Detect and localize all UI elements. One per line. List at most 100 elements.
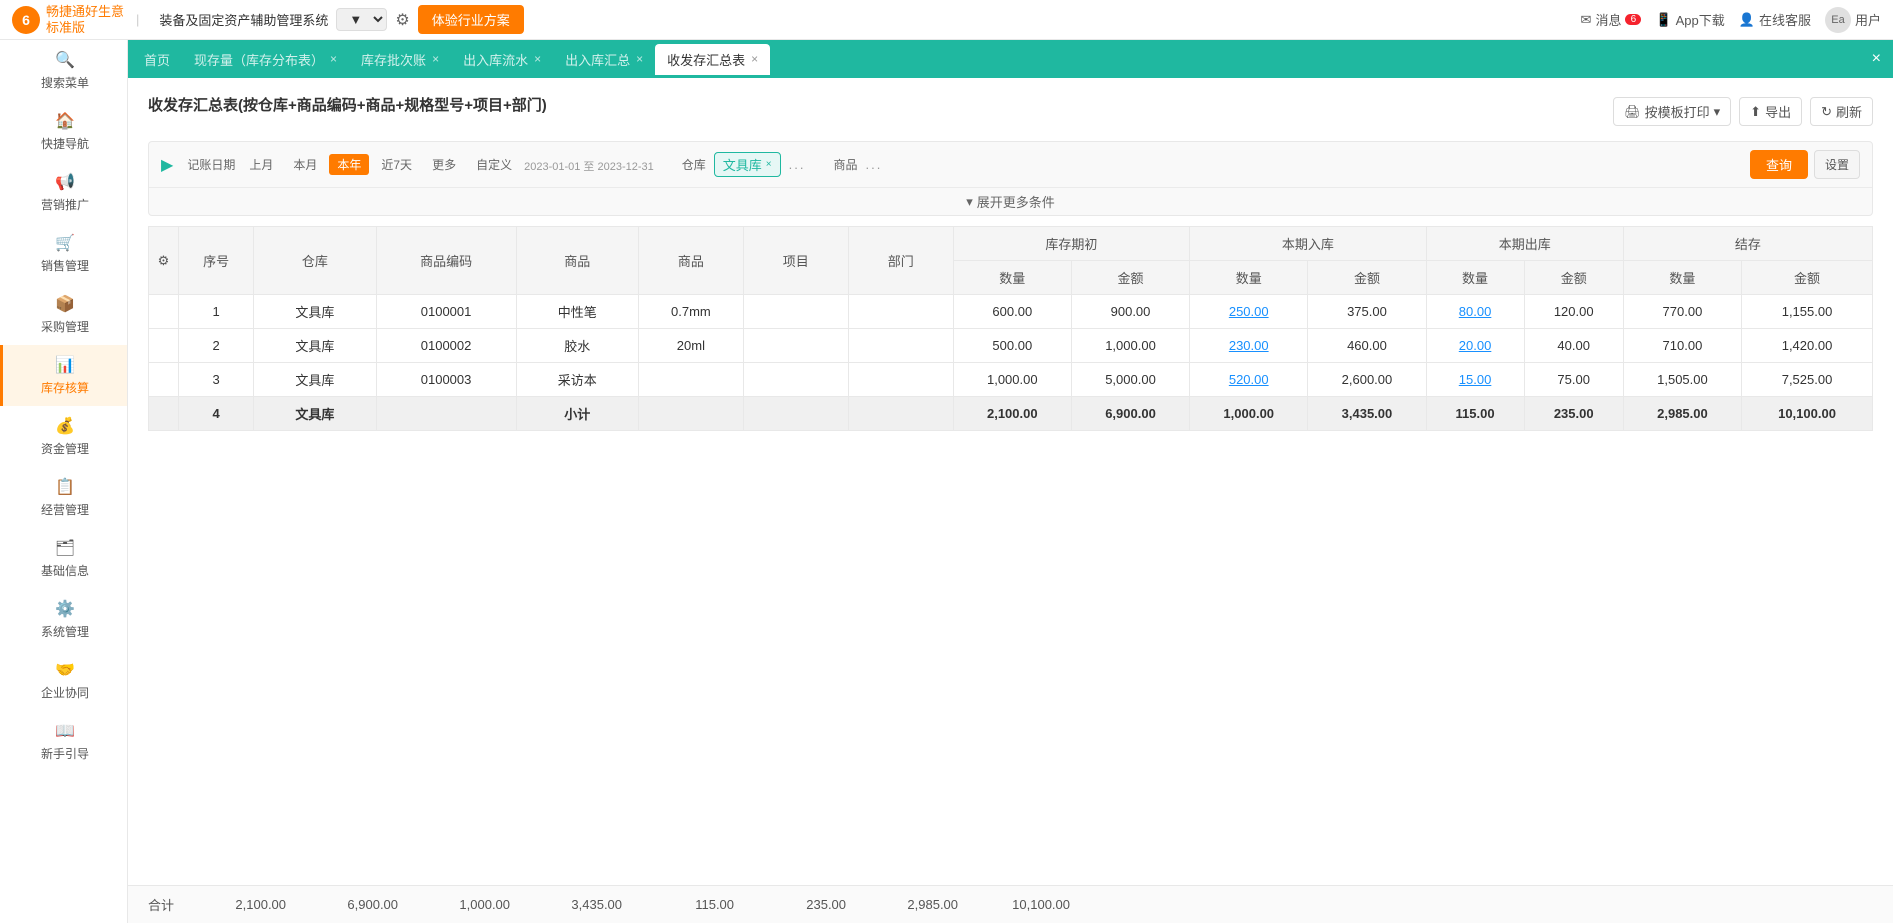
sidebar-item-guide[interactable]: 📖 新手引导 <box>0 711 127 772</box>
sidebar-label-guide: 新手引导 <box>41 745 89 762</box>
online-service-item[interactable]: 👤 在线客服 <box>1739 10 1811 29</box>
goods-more-dots[interactable]: ... <box>865 157 882 172</box>
th-group-opening: 库存期初 <box>953 227 1189 261</box>
td-department <box>848 295 953 329</box>
sidebar-label-purchase: 采购管理 <box>41 318 89 335</box>
sidebar-item-enterprise[interactable]: 🤝 企业协同 <box>0 650 127 711</box>
td-in-qty[interactable]: 230.00 <box>1190 329 1308 363</box>
sidebar-item-purchase[interactable]: 📦 采购管理 <box>0 284 127 345</box>
header-right: ✉ 消息 6 📱 App下载 👤 在线客服 Ea 用户 <box>1581 7 1881 33</box>
gear-icon: ⚙ <box>158 253 170 268</box>
td-out-qty[interactable]: 115.00 <box>1426 397 1524 431</box>
query-button[interactable]: 查询 <box>1750 150 1808 179</box>
td-in-qty[interactable]: 520.00 <box>1190 363 1308 397</box>
export-icon: ⬆ <box>1750 104 1761 120</box>
date-btn-last-month[interactable]: 上月 <box>241 154 281 175</box>
tab-inout-summary[interactable]: 出入库汇总 × <box>553 44 655 75</box>
tab-inout-flow[interactable]: 出入库流水 × <box>451 44 553 75</box>
expand-conditions-button[interactable]: ▾ 展开更多条件 <box>966 192 1055 211</box>
footer-label: 合计 <box>148 895 174 914</box>
tab-close-icon[interactable]: × <box>330 52 337 66</box>
table-row: 1文具库0100001中性笔0.7mm600.00900.00250.00375… <box>149 295 1873 329</box>
sidebar-item-search[interactable]: 🔍 搜索菜单 <box>0 40 127 101</box>
th-group-in: 本期入库 <box>1190 227 1426 261</box>
tab-bar-close-icon[interactable]: × <box>1864 46 1889 72</box>
messages-item[interactable]: ✉ 消息 6 <box>1581 10 1642 29</box>
th-department: 部门 <box>848 227 953 295</box>
td-in-qty[interactable]: 250.00 <box>1190 295 1308 329</box>
tab-home[interactable]: 首页 <box>132 44 182 75</box>
sidebar-item-quicknav[interactable]: 🏠 快捷导航 <box>0 101 127 162</box>
sidebar-label-basicinfo: 基础信息 <box>41 562 89 579</box>
footer-balance-amt: 10,100.00 <box>990 897 1070 912</box>
export-button[interactable]: ⬆ 导出 <box>1739 97 1802 126</box>
sidebar-item-sales[interactable]: 🛒 销售管理 <box>0 223 127 284</box>
td-opening-qty: 600.00 <box>953 295 1071 329</box>
date-btn-this-month[interactable]: 本月 <box>285 154 325 175</box>
th-out-qty: 数量 <box>1426 261 1524 295</box>
sidebar-item-inventory[interactable]: 📊 库存核算 <box>0 345 127 406</box>
app-download-item[interactable]: 📱 App下载 <box>1655 10 1724 29</box>
tab-close-icon[interactable]: × <box>534 52 541 66</box>
logo-icon: 6 <box>12 6 40 34</box>
warehouse-tag[interactable]: 文具库 × <box>714 152 781 177</box>
settings-button[interactable]: 设置 <box>1814 150 1860 179</box>
settings-icon[interactable]: ⚙ <box>395 10 409 30</box>
print-button[interactable]: 🖨 按模板打印 ▾ <box>1613 97 1731 126</box>
td-out-qty[interactable]: 15.00 <box>1426 363 1524 397</box>
sidebar-label-marketing: 营销推广 <box>41 196 89 213</box>
page-header-row: 收发存汇总表(按仓库+商品编码+商品+规格型号+项目+部门) 🖨 按模板打印 ▾… <box>148 94 1873 129</box>
trial-button[interactable]: 体验行业方案 <box>418 5 524 34</box>
tab-close-icon[interactable]: × <box>636 52 643 66</box>
footer-in-qty: 1,000.00 <box>430 897 510 912</box>
sidebar-item-finance[interactable]: 💰 资金管理 <box>0 406 127 467</box>
refresh-button[interactable]: ↻ 刷新 <box>1810 97 1873 126</box>
system-selector[interactable]: ▼ <box>336 8 387 31</box>
td-out-amt: 235.00 <box>1524 397 1623 431</box>
date-btn-custom[interactable]: 自定义 <box>468 154 520 175</box>
tab-close-icon[interactable]: × <box>432 52 439 66</box>
sidebar-label-search: 搜索菜单 <box>41 74 89 91</box>
warehouse-more-dots[interactable]: ... <box>789 157 806 172</box>
date-btn-last7[interactable]: 近7天 <box>373 154 420 175</box>
footer-balance-qty: 2,985.00 <box>878 897 958 912</box>
tab-inventory-dist[interactable]: 现存量（库存分布表） × <box>182 44 349 75</box>
date-filter-label: 记账日期 <box>187 156 235 173</box>
home-icon: 🏠 <box>55 111 75 131</box>
td-goods-name: 采访本 <box>516 363 638 397</box>
warehouse-tag-close[interactable]: × <box>766 159 772 170</box>
tab-inout-summary-label: 出入库汇总 <box>565 50 630 69</box>
th-settings[interactable]: ⚙ <box>149 227 179 295</box>
user-item[interactable]: Ea 用户 <box>1825 7 1881 33</box>
td-no: 3 <box>179 363 254 397</box>
td-project <box>743 363 848 397</box>
td-goods-code: 0100003 <box>376 363 516 397</box>
tab-recv-send-summary[interactable]: 收发存汇总表 × <box>655 44 770 75</box>
tab-batch-ledger[interactable]: 库存批次账 × <box>349 44 451 75</box>
inventory-icon: 📊 <box>55 355 75 375</box>
td-out-qty[interactable]: 80.00 <box>1426 295 1524 329</box>
tab-close-icon[interactable]: × <box>751 52 758 66</box>
date-btn-this-year[interactable]: 本年 <box>329 154 369 175</box>
date-btn-more[interactable]: 更多 <box>424 154 464 175</box>
td-warehouse: 文具库 <box>254 329 376 363</box>
sidebar-item-basicinfo[interactable]: 🗂 基础信息 <box>0 528 127 589</box>
td-goods-spec <box>638 363 743 397</box>
td-in-qty[interactable]: 1,000.00 <box>1190 397 1308 431</box>
td-out-qty[interactable]: 20.00 <box>1426 329 1524 363</box>
sidebar-item-system[interactable]: ⚙️ 系统管理 <box>0 589 127 650</box>
goods-filter-label: 商品 <box>833 156 857 173</box>
filter-toggle-icon[interactable]: ▶ <box>161 155 173 175</box>
sidebar-item-operations[interactable]: 📋 经营管理 <box>0 467 127 528</box>
date-filter-col: 记账日期 上月 本月 本年 近7天 更多 自定义 <box>187 154 520 175</box>
sidebar-item-marketing[interactable]: 📢 营销推广 <box>0 162 127 223</box>
goods-filter: 商品 ... <box>833 156 882 173</box>
date-options: 上月 本月 本年 近7天 更多 自定义 <box>241 154 520 175</box>
td-department <box>848 363 953 397</box>
th-in-amt: 金额 <box>1308 261 1426 295</box>
td-goods-name: 中性笔 <box>516 295 638 329</box>
user-avatar: Ea <box>1825 7 1851 33</box>
td-balance-qty: 2,985.00 <box>1623 397 1741 431</box>
tab-batch-ledger-label: 库存批次账 <box>361 50 426 69</box>
td-opening-amt: 900.00 <box>1071 295 1189 329</box>
